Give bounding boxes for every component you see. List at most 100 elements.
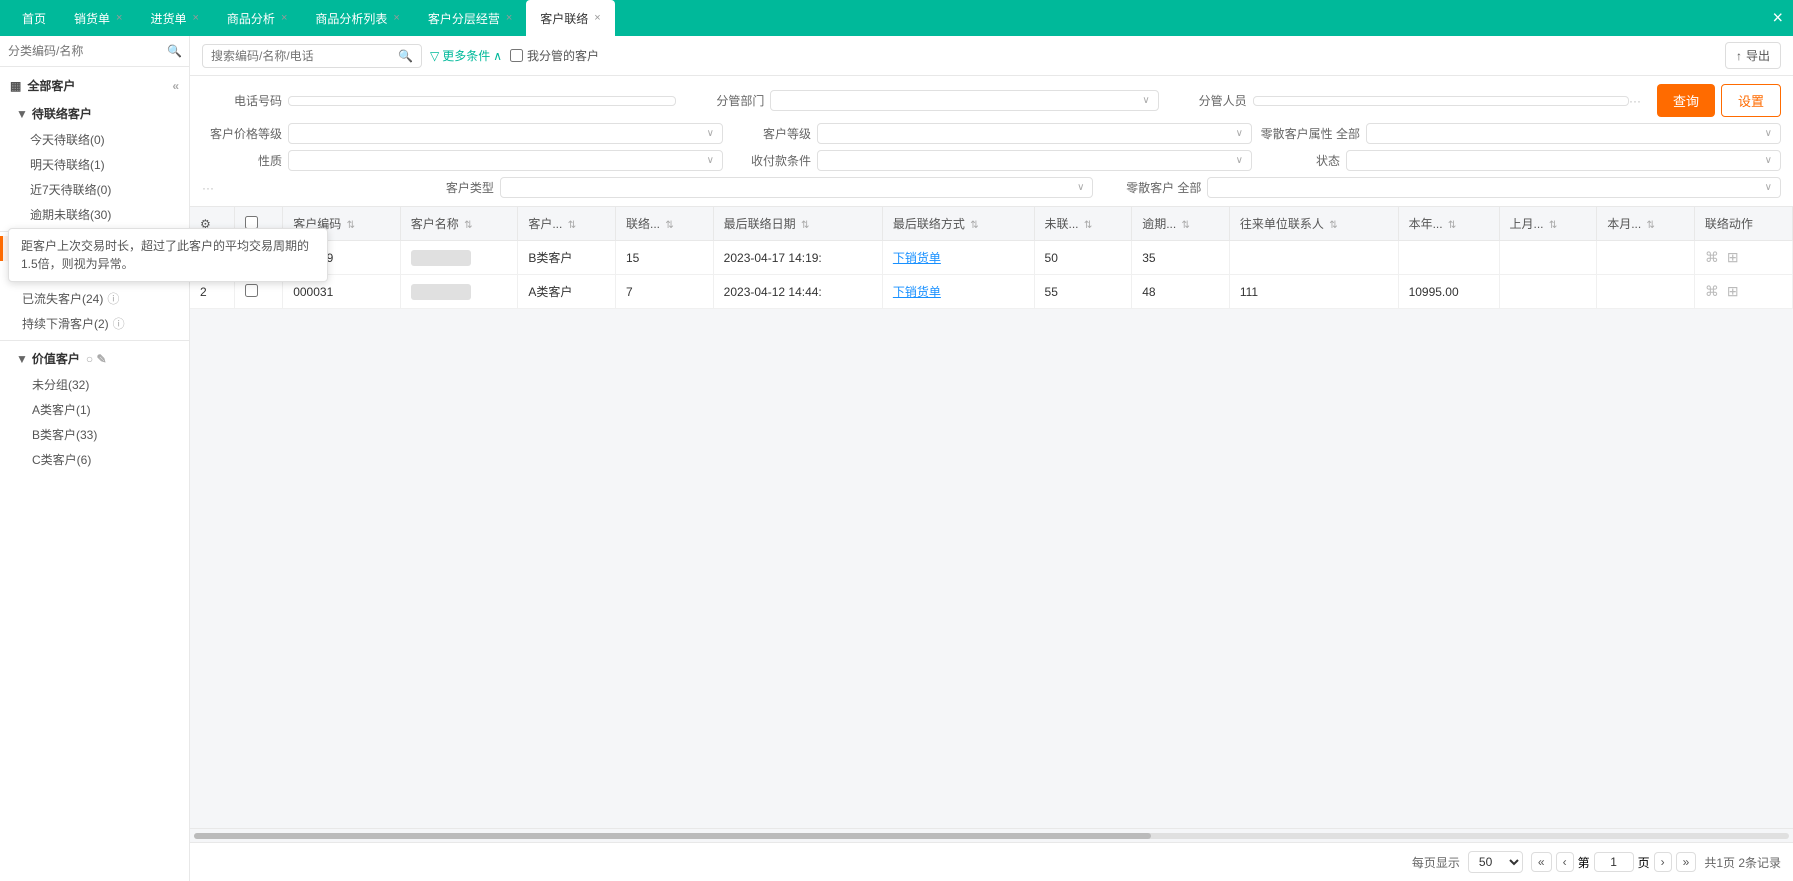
filter-input-phone[interactable] [288,96,676,106]
nav-tab-customer-tier[interactable]: 客户分层经营 × [414,0,526,36]
close-tab-customer-tier[interactable]: × [506,12,512,24]
export-button[interactable]: ↑ 导出 [1725,42,1781,69]
sidebar-item-b-class[interactable]: B类客户(33) [4,422,189,447]
filter-cell-payment: 收付款条件 ∨ [731,150,1252,171]
close-tab-customer-contact[interactable]: × [594,12,600,24]
sort-last-month-icon[interactable]: ⇅ [1549,220,1557,231]
row1-link-icon[interactable]: ⌘ [1705,249,1719,266]
main-search-input[interactable] [211,49,394,63]
sidebar-item-7days[interactable]: 近7天待联络(0) [8,177,189,202]
sort-level-icon[interactable]: ⇅ [568,220,576,231]
tree-subgroup-value-header[interactable]: ▼ 价值客户 ○ ✎ [4,345,189,372]
filter-input-customer-level[interactable]: ∨ [817,123,1252,144]
nav-tab-home[interactable]: 首页 [8,0,60,36]
scrollbar-thumb[interactable] [194,833,1151,839]
sidebar-item-lost[interactable]: 已流失客户(24) ⓘ [0,286,189,311]
row1-uncontacted: 50 [1034,241,1132,275]
nav-tab-sales[interactable]: 销货单 × [60,0,136,36]
per-page-select[interactable]: 50 100 200 [1468,851,1523,873]
filter-row-2: 客户价格等级 ∨ 客户等级 ∨ 零散客户属性 全部 [202,123,1781,144]
sort-contact-count-icon[interactable]: ⇅ [665,220,673,231]
close-tab-analysis[interactable]: × [281,12,287,24]
more-conditions-button[interactable]: ▽ 更多条件 ∧ [430,47,502,64]
select-all-checkbox[interactable] [245,216,258,229]
sort-this-year-icon[interactable]: ⇅ [1448,220,1456,231]
prev-page-button[interactable]: ‹ [1556,852,1574,872]
nav-tab-customer-contact[interactable]: 客户联络 × [526,0,614,36]
col-level: 客户... ⇅ [518,207,616,241]
sort-contact-person-icon[interactable]: ⇅ [1329,220,1337,231]
filter-input-customer-type[interactable]: ∨ [500,177,1094,198]
nav-tab-purchase[interactable]: 进货单 × [136,0,212,36]
close-all-tabs[interactable]: × [1772,8,1783,29]
filter-input-manager[interactable] [1253,96,1629,106]
page-number-input[interactable] [1594,852,1634,872]
filter-input-payment[interactable]: ∨ [817,150,1252,171]
info-icon-declining[interactable]: ⓘ [113,315,125,332]
close-tab-sales[interactable]: × [116,12,122,24]
edit-icons[interactable]: ○ ✎ [86,352,107,366]
sidebar-search-input[interactable] [8,44,163,58]
sidebar-item-a-class[interactable]: A类客户(1) [4,397,189,422]
my-customers-check-input[interactable] [510,49,523,62]
retail-customer-arrow: ∨ [1765,182,1772,193]
tree-group-pending-header[interactable]: ▼ 待联络客户 [8,100,189,127]
filter-row4-dots[interactable]: ··· [202,181,214,195]
horizontal-scrollbar[interactable] [190,828,1793,842]
last-page-button[interactable]: » [1676,852,1697,872]
sort-last-date-icon[interactable]: ⇅ [801,220,809,231]
sidebar-item-overdue[interactable]: 逾期未联络(30) [8,202,189,227]
sort-name-icon[interactable]: ⇅ [464,220,472,231]
table-header-row: ⚙ 客户编码 ⇅ 客户名称 ⇅ 客户... ⇅ [190,207,1793,241]
sidebar-search-icon[interactable]: 🔍 [167,44,182,58]
row2-last-type[interactable]: 下销货单 [882,275,1034,309]
row1-grid-icon[interactable]: ⊞ [1727,249,1739,266]
row2-grid-icon[interactable]: ⊞ [1727,283,1739,300]
nav-tab-analysis-list[interactable]: 商品分析列表 × [301,0,413,36]
filter-input-price-level[interactable]: ∨ [288,123,723,144]
sort-uncontacted-icon[interactable]: ⇅ [1084,220,1092,231]
sidebar-item-today[interactable]: 今天待联络(0) [8,127,189,152]
scrollbar-track [194,833,1789,839]
first-page-button[interactable]: « [1531,852,1552,872]
tree-root-all-customers[interactable]: ▦ 全部客户 « [0,71,189,100]
row2-this-year: 10995.00 [1398,275,1499,309]
query-button[interactable]: 查询 [1657,84,1715,117]
sort-code-icon[interactable]: ⇅ [347,220,355,231]
row2-contact-person: 111 [1229,275,1398,309]
filter-cell-manager: 分管人员 ··· [1167,92,1641,109]
filter-input-retail-attr[interactable]: ∨ [1366,123,1781,144]
filter-input-dept[interactable]: ∨ [770,90,1158,111]
sidebar-item-declining[interactable]: 持续下滑客户(2) ⓘ [0,311,189,336]
filter-dots-manager[interactable]: ··· [1629,94,1641,108]
sort-last-type-icon[interactable]: ⇅ [970,220,978,231]
filter-input-nature[interactable]: ∨ [288,150,723,171]
info-icon-lost[interactable]: ⓘ [107,290,119,307]
row1-this-month [1597,241,1695,275]
filter-cell-customer-level: 客户等级 ∨ [731,123,1252,144]
setting-button[interactable]: 设置 [1721,84,1781,117]
col-last-month: 上月... ⇅ [1499,207,1597,241]
subgroup-arrow: ▼ [16,352,28,366]
row1-last-type[interactable]: 下销货单 [882,241,1034,275]
sort-this-month-icon[interactable]: ⇅ [1647,220,1655,231]
collapse-sidebar-icon[interactable]: « [172,79,179,93]
my-customers-checkbox[interactable]: 我分管的客户 [510,47,599,64]
filter-input-retail-customer[interactable]: ∨ [1207,177,1781,198]
row1-contact-person [1229,241,1398,275]
row2-last-month [1499,275,1597,309]
close-tab-purchase[interactable]: × [192,12,198,24]
grid-icon: ▦ [10,79,21,93]
filter-cell-status: 状态 ∨ [1260,150,1781,171]
sort-overdue-icon[interactable]: ⇅ [1182,220,1190,231]
nav-tab-analysis[interactable]: 商品分析 × [213,0,301,36]
next-page-button[interactable]: › [1654,852,1672,872]
row2-link-icon[interactable]: ⌘ [1705,283,1719,300]
main-search-icon[interactable]: 🔍 [398,49,413,63]
filter-input-status[interactable]: ∨ [1346,150,1781,171]
sidebar-item-ungrouped[interactable]: 未分组(32) [4,372,189,397]
close-tab-analysis-list[interactable]: × [393,12,399,24]
per-page-label: 每页显示 [1412,854,1460,871]
sidebar-item-tomorrow[interactable]: 明天待联络(1) [8,152,189,177]
sidebar-item-c-class[interactable]: C类客户(6) [4,447,189,472]
